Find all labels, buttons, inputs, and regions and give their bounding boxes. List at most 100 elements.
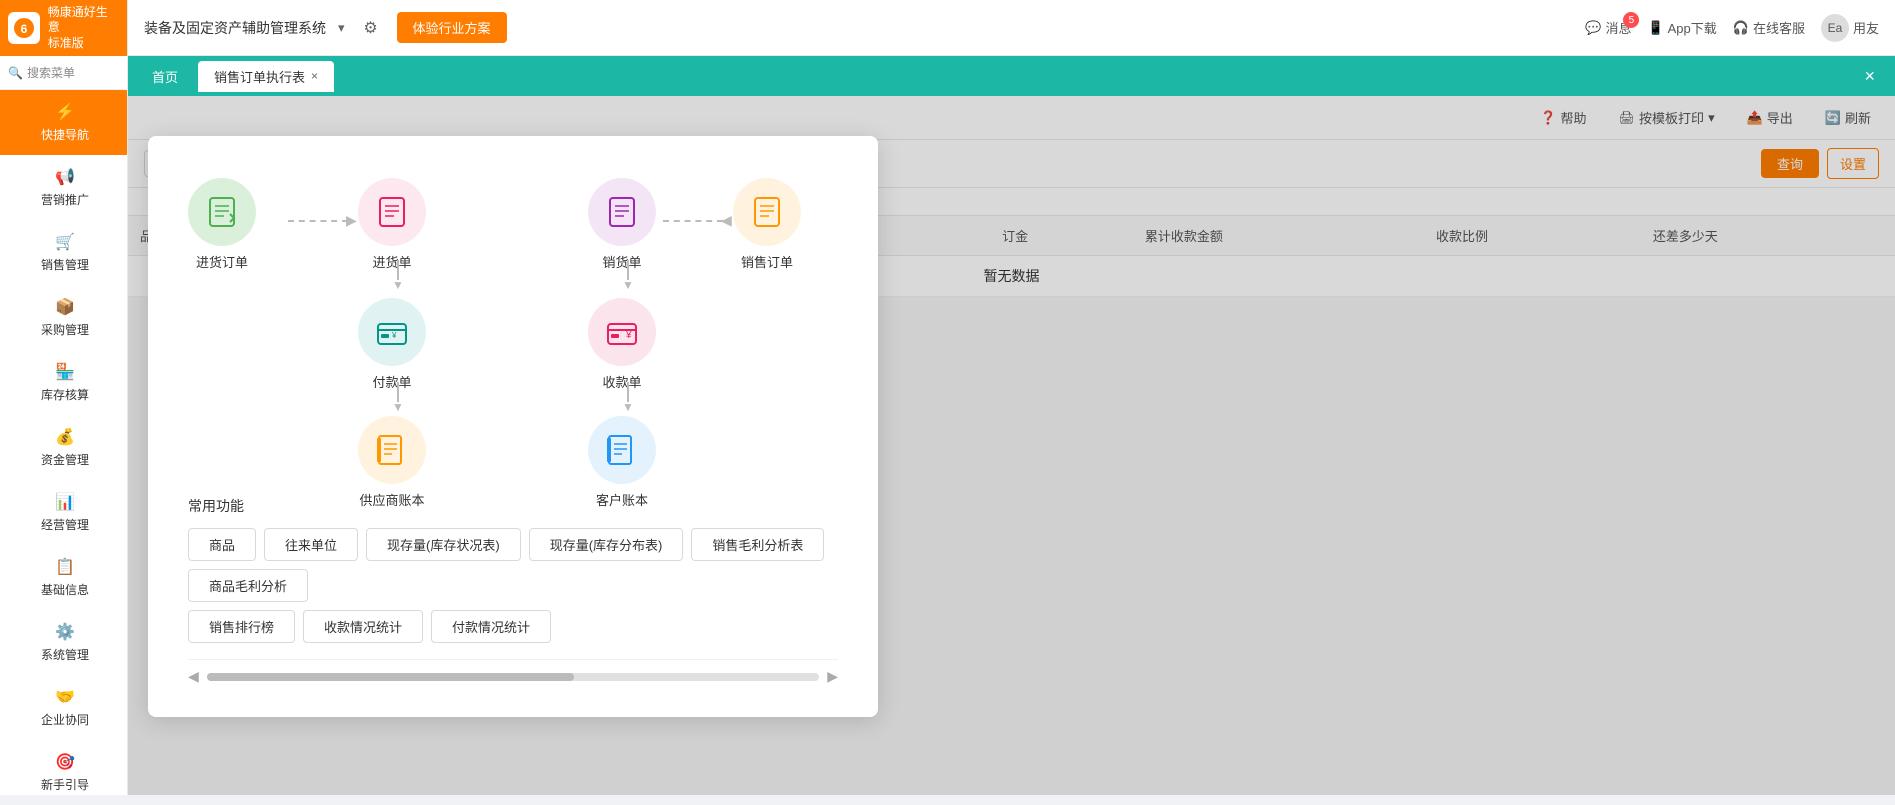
function-buttons-row1: 商品 往来单位 现存量(库存状况表) 现存量(库存分布表) 销售毛利分析表 商品… — [188, 528, 838, 602]
flow-node-purchase-order[interactable]: 进货订单 — [188, 178, 256, 271]
flow-diagram: 进货订单 ▶ 进货单 — [188, 168, 838, 488]
common-title: 常用功能 — [188, 496, 838, 516]
flow-node-purchase-bill[interactable]: 进货单 — [358, 178, 426, 271]
func-btn-counterparty[interactable]: 往来单位 — [264, 528, 358, 561]
func-btn-product[interactable]: 商品 — [188, 528, 256, 561]
arrow-sales-to-receipt: ▼ — [622, 260, 634, 292]
arrow-payment-to-supplier: ▼ — [392, 382, 404, 414]
app-download-button[interactable]: 📱 App下载 — [1647, 18, 1716, 37]
tab-bar: 首页 销售订单执行表 × × — [128, 56, 1895, 96]
download-icon: 📱 — [1647, 20, 1663, 36]
customer-ledger-label: 客户账本 — [596, 490, 648, 509]
sales-order-label: 销售订单 — [741, 252, 793, 271]
operations-icon: 📊 — [55, 492, 75, 512]
flow-node-receipt[interactable]: ¥ 收款单 — [588, 298, 656, 391]
sidebar-item-system[interactable]: ⚙️ 系统管理 — [0, 610, 127, 675]
enterprise-icon: 🤝 — [55, 687, 75, 707]
flow-node-supplier-ledger[interactable]: 供应商账本 — [358, 416, 426, 509]
online-service-button[interactable]: 🎧 在线客服 — [1733, 18, 1805, 37]
search-menu[interactable]: 🔍 搜索菜单 — [0, 56, 127, 90]
func-btn-receipt-stats[interactable]: 收款情况统计 — [303, 610, 423, 643]
message-button[interactable]: 💬 消息 5 — [1585, 18, 1631, 37]
flow-node-customer-ledger[interactable]: 客户账本 — [588, 416, 656, 509]
header-actions: 💬 消息 5 📱 App下载 🎧 在线客服 Ea 用友 — [1585, 14, 1879, 42]
sidebar-item-marketing[interactable]: 📢 营销推广 — [0, 155, 127, 220]
tab-home[interactable]: 首页 — [136, 61, 194, 92]
sales-bill-icon — [588, 178, 656, 246]
system-icon: ⚙️ — [55, 622, 75, 642]
customer-ledger-icon — [588, 416, 656, 484]
function-buttons-row2: 销售排行榜 收款情况统计 付款情况统计 — [188, 610, 838, 643]
purchase-order-label: 进货订单 — [196, 252, 248, 271]
main-area: 装备及固定资产辅助管理系统 ▾ ⚙ 体验行业方案 💬 消息 5 📱 App下载 … — [128, 0, 1895, 795]
arrow-purchase-order-to-bill: ▶ — [288, 212, 357, 229]
sales-icon: 🛒 — [55, 232, 75, 252]
guide-icon: 🎯 — [55, 752, 75, 772]
func-btn-sales-rank[interactable]: 销售排行榜 — [188, 610, 295, 643]
sidebar-item-inventory[interactable]: 🏪 库存核算 — [0, 350, 127, 415]
payment-icon: ¥ — [358, 298, 426, 366]
message-icon: 💬 — [1585, 20, 1601, 36]
sidebar-item-guide[interactable]: 🎯 新手引导 — [0, 740, 127, 805]
func-btn-product-gross[interactable]: 商品毛利分析 — [188, 569, 308, 602]
sidebar: 6 畅康通好生意 标准版 🔍 搜索菜单 ⚡ 快捷导航 📢 营销推广 🛒 销售管理… — [0, 0, 128, 795]
func-btn-stock-status[interactable]: 现存量(库存状况表) — [366, 528, 521, 561]
func-btn-payment-stats[interactable]: 付款情况统计 — [431, 610, 551, 643]
basic-icon: 📋 — [55, 557, 75, 577]
service-icon: 🎧 — [1733, 20, 1749, 36]
flow-node-sales-order[interactable]: 销售订单 — [733, 178, 801, 271]
sidebar-item-sales[interactable]: 🛒 销售管理 — [0, 220, 127, 285]
user-menu[interactable]: Ea 用友 — [1821, 14, 1879, 42]
popup-panel: 进货订单 ▶ 进货单 — [148, 136, 878, 717]
receipt-icon: ¥ — [588, 298, 656, 366]
sidebar-item-operations[interactable]: 📊 经营管理 — [0, 480, 127, 545]
arrow-sales-order-to-bill: ◀ — [663, 212, 732, 229]
popup-scrollbar: ◀ ▶ — [188, 659, 838, 685]
scrollbar-thumb[interactable] — [207, 673, 574, 681]
app-logo: 6 畅康通好生意 标准版 — [0, 0, 127, 56]
scroll-right-arrow[interactable]: ▶ — [827, 668, 838, 685]
svg-text:¥: ¥ — [625, 330, 632, 341]
try-industry-button[interactable]: 体验行业方案 — [397, 12, 507, 43]
svg-text:6: 6 — [21, 22, 28, 36]
scroll-left-arrow[interactable]: ◀ — [188, 668, 199, 685]
svg-text:¥: ¥ — [391, 331, 397, 340]
purchase-icon: 📦 — [55, 297, 75, 317]
flow-node-payment[interactable]: ¥ 付款单 — [358, 298, 426, 391]
message-badge: 5 — [1623, 12, 1639, 28]
supplier-ledger-label: 供应商账本 — [359, 490, 424, 509]
system-title: 装备及固定资产辅助管理系统 — [144, 18, 326, 38]
dropdown-icon[interactable]: ▾ — [338, 20, 345, 36]
scrollbar-track — [207, 673, 819, 681]
popup-overlay[interactable]: 进货订单 ▶ 进货单 — [128, 96, 1895, 795]
quick-nav-icon: ⚡ — [55, 102, 75, 122]
purchase-bill-icon — [358, 178, 426, 246]
flow-node-sales-bill[interactable]: 销货单 — [588, 178, 656, 271]
top-header: 装备及固定资产辅助管理系统 ▾ ⚙ 体验行业方案 💬 消息 5 📱 App下载 … — [128, 0, 1895, 56]
finance-icon: 💰 — [55, 427, 75, 447]
app-name: 畅康通好生意 标准版 — [48, 5, 119, 52]
inventory-icon: 🏪 — [55, 362, 75, 382]
sidebar-item-enterprise[interactable]: 🤝 企业协同 — [0, 675, 127, 740]
sidebar-item-purchase[interactable]: 📦 采购管理 — [0, 285, 127, 350]
sidebar-item-quick-nav[interactable]: ⚡ 快捷导航 — [0, 90, 127, 155]
sales-order-icon — [733, 178, 801, 246]
search-icon: 🔍 — [8, 66, 23, 80]
user-avatar: Ea — [1821, 14, 1849, 42]
supplier-ledger-icon — [358, 416, 426, 484]
content-area: ❓ 帮助 🖨 按模板打印 ▾ 📤 导出 🔄 刷新 — [128, 96, 1895, 795]
tab-close-icon[interactable]: × — [311, 69, 318, 83]
arrow-purchase-to-payment: ▼ — [392, 260, 404, 292]
marketing-icon: 📢 — [55, 167, 75, 187]
func-btn-sales-gross[interactable]: 销售毛利分析表 — [691, 528, 824, 561]
tab-sales-order[interactable]: 销售订单执行表 × — [198, 61, 334, 92]
settings-icon[interactable]: ⚙ — [357, 14, 385, 42]
purchase-order-icon — [188, 178, 256, 246]
tab-bar-close-button[interactable]: × — [1852, 66, 1887, 87]
common-functions: 常用功能 商品 往来单位 现存量(库存状况表) 现存量(库存分布表) 销售毛利分… — [188, 496, 838, 643]
sidebar-item-finance[interactable]: 💰 资金管理 — [0, 415, 127, 480]
sidebar-item-basic[interactable]: 📋 基础信息 — [0, 545, 127, 610]
arrow-receipt-to-customer: ▼ — [622, 382, 634, 414]
logo-icon: 6 — [8, 12, 40, 44]
func-btn-stock-dist[interactable]: 现存量(库存分布表) — [529, 528, 684, 561]
